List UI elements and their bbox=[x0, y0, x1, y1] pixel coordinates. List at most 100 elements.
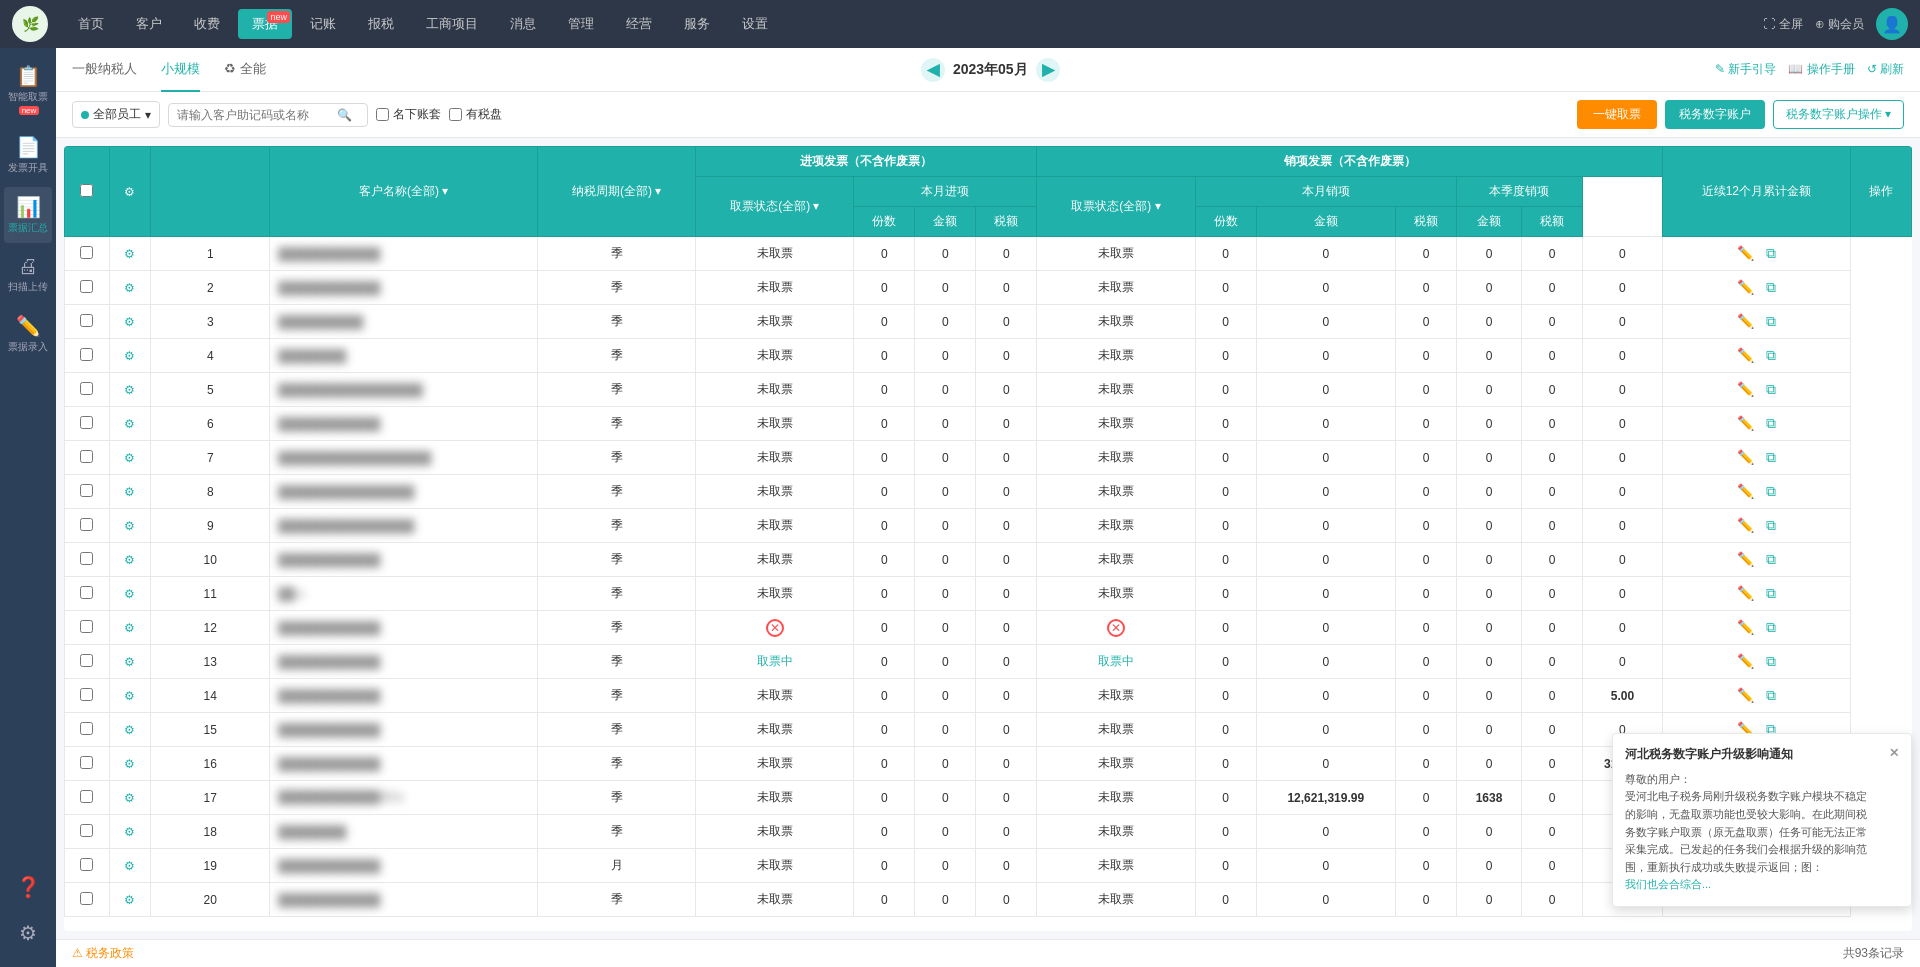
search-input[interactable] bbox=[177, 108, 337, 122]
search-box[interactable]: 🔍 bbox=[168, 103, 368, 127]
sidebar-item-config[interactable]: ⚙ bbox=[4, 913, 52, 955]
row-check-9[interactable] bbox=[80, 552, 93, 565]
row-edit-btn-3[interactable]: ✏️ bbox=[1733, 345, 1758, 365]
row-edit-btn-7[interactable]: ✏️ bbox=[1733, 481, 1758, 501]
nav-customers[interactable]: 客户 bbox=[122, 9, 176, 39]
row-check-11[interactable] bbox=[80, 620, 93, 633]
nav-service[interactable]: 服务 bbox=[670, 9, 724, 39]
row-edit-btn-0[interactable]: ✏️ bbox=[1733, 243, 1758, 263]
row-check-8[interactable] bbox=[80, 518, 93, 531]
row-edit-btn-11[interactable]: ✏️ bbox=[1733, 617, 1758, 637]
nav-operations[interactable]: 经营 bbox=[612, 9, 666, 39]
row-check-4[interactable] bbox=[80, 382, 93, 395]
sidebar-item-invoice-open[interactable]: 📄 发票开具 bbox=[4, 127, 52, 183]
nav-management[interactable]: 管理 bbox=[554, 9, 608, 39]
next-month-btn[interactable]: ▶ bbox=[1036, 58, 1060, 82]
row-copy-btn-3[interactable]: ⧉ bbox=[1762, 345, 1780, 366]
prev-month-btn[interactable]: ◀ bbox=[921, 58, 945, 82]
row-check-17[interactable] bbox=[80, 824, 93, 837]
nav-home[interactable]: 首页 bbox=[64, 9, 118, 39]
select-all-checkbox[interactable] bbox=[80, 184, 93, 197]
row-check-15[interactable] bbox=[80, 756, 93, 769]
sidebar-item-invoice-entry[interactable]: ✏️ 票据录入 bbox=[4, 306, 52, 362]
row-settings-icon-11[interactable]: ⚙ bbox=[124, 621, 135, 635]
digital-account-btn[interactable]: 税务数字账户 bbox=[1665, 100, 1765, 129]
row-check-16[interactable] bbox=[80, 790, 93, 803]
row-settings-icon-7[interactable]: ⚙ bbox=[124, 485, 135, 499]
nav-fees[interactable]: 收费 bbox=[180, 9, 234, 39]
operation-manual-btn[interactable]: 📖 操作手册 bbox=[1788, 61, 1854, 78]
row-settings-icon-14[interactable]: ⚙ bbox=[124, 723, 135, 737]
has-taxpad-checkbox[interactable] bbox=[449, 108, 462, 121]
row-check-6[interactable] bbox=[80, 450, 93, 463]
row-settings-icon-17[interactable]: ⚙ bbox=[124, 825, 135, 839]
row-copy-btn-8[interactable]: ⧉ bbox=[1762, 515, 1780, 536]
row-copy-btn-11[interactable]: ⧉ bbox=[1762, 617, 1780, 638]
vip-btn[interactable]: ⊕ 购会员 bbox=[1815, 16, 1864, 33]
sidebar-item-help[interactable]: ❓ bbox=[4, 867, 52, 909]
row-check-12[interactable] bbox=[80, 654, 93, 667]
sidebar-item-invoice-summary[interactable]: 📊 票据汇总 bbox=[4, 187, 52, 243]
row-copy-btn-5[interactable]: ⧉ bbox=[1762, 413, 1780, 434]
row-edit-btn-2[interactable]: ✏️ bbox=[1733, 311, 1758, 331]
row-settings-icon-12[interactable]: ⚙ bbox=[124, 655, 135, 669]
row-edit-btn-5[interactable]: ✏️ bbox=[1733, 413, 1758, 433]
digital-ops-btn[interactable]: 税务数字账户操作 ▾ bbox=[1773, 100, 1904, 129]
row-check-1[interactable] bbox=[80, 280, 93, 293]
row-check-0[interactable] bbox=[80, 246, 93, 259]
nav-bookkeeping[interactable]: 记账 bbox=[296, 9, 350, 39]
row-check-2[interactable] bbox=[80, 314, 93, 327]
row-edit-btn-4[interactable]: ✏️ bbox=[1733, 379, 1758, 399]
avatar[interactable]: 👤 bbox=[1876, 8, 1908, 40]
one-click-fetch-btn[interactable]: 一键取票 bbox=[1577, 100, 1657, 129]
fullscreen-btn[interactable]: ⛶ 全屏 bbox=[1763, 16, 1802, 33]
nav-messages[interactable]: 消息 bbox=[496, 9, 550, 39]
row-edit-btn-6[interactable]: ✏️ bbox=[1733, 447, 1758, 467]
row-check-5[interactable] bbox=[80, 416, 93, 429]
sidebar-item-smart-fetch[interactable]: 📋 智能取票 new bbox=[4, 56, 52, 123]
row-edit-btn-10[interactable]: ✏️ bbox=[1733, 583, 1758, 603]
sub-accounts-checkbox[interactable] bbox=[376, 108, 389, 121]
row-settings-icon-16[interactable]: ⚙ bbox=[124, 791, 135, 805]
notification-close-btn[interactable]: ✕ bbox=[1889, 746, 1899, 763]
notification-link[interactable]: 我们也会合综合... bbox=[1625, 878, 1711, 890]
row-settings-icon-0[interactable]: ⚙ bbox=[124, 247, 135, 261]
row-settings-icon-8[interactable]: ⚙ bbox=[124, 519, 135, 533]
row-check-13[interactable] bbox=[80, 688, 93, 701]
row-edit-btn-9[interactable]: ✏️ bbox=[1733, 549, 1758, 569]
nav-tax[interactable]: 报税 bbox=[354, 9, 408, 39]
row-settings-icon-2[interactable]: ⚙ bbox=[124, 315, 135, 329]
nav-invoices[interactable]: 票据 new bbox=[238, 9, 292, 39]
row-settings-icon-3[interactable]: ⚙ bbox=[124, 349, 135, 363]
checkbox-has-taxpad[interactable]: 有税盘 bbox=[449, 106, 502, 123]
row-settings-icon-10[interactable]: ⚙ bbox=[124, 587, 135, 601]
search-icon[interactable]: 🔍 bbox=[337, 108, 352, 122]
row-edit-btn-1[interactable]: ✏️ bbox=[1733, 277, 1758, 297]
row-settings-icon-5[interactable]: ⚙ bbox=[124, 417, 135, 431]
row-edit-btn-8[interactable]: ✏️ bbox=[1733, 515, 1758, 535]
new-guide-btn[interactable]: ✎ 新手引导 bbox=[1715, 61, 1776, 78]
row-copy-btn-0[interactable]: ⧉ bbox=[1762, 243, 1780, 264]
row-settings-icon-15[interactable]: ⚙ bbox=[124, 757, 135, 771]
employee-select[interactable]: 全部员工 ▾ bbox=[72, 101, 160, 128]
row-check-3[interactable] bbox=[80, 348, 93, 361]
row-copy-btn-13[interactable]: ⧉ bbox=[1762, 685, 1780, 706]
row-copy-btn-4[interactable]: ⧉ bbox=[1762, 379, 1780, 400]
row-check-14[interactable] bbox=[80, 722, 93, 735]
row-edit-btn-12[interactable]: ✏️ bbox=[1733, 651, 1758, 671]
row-copy-btn-12[interactable]: ⧉ bbox=[1762, 651, 1780, 672]
row-check-19[interactable] bbox=[80, 892, 93, 905]
tab-small-scale[interactable]: 小规模 bbox=[161, 48, 200, 92]
nav-business[interactable]: 工商项目 bbox=[412, 9, 492, 39]
tax-policy-link[interactable]: ⚠ 税务政策 bbox=[72, 945, 134, 962]
row-copy-btn-10[interactable]: ⧉ bbox=[1762, 583, 1780, 604]
row-copy-btn-6[interactable]: ⧉ bbox=[1762, 447, 1780, 468]
row-copy-btn-2[interactable]: ⧉ bbox=[1762, 311, 1780, 332]
tab-all[interactable]: ♻ 全能 bbox=[224, 48, 266, 92]
sidebar-item-scan-upload[interactable]: 🖨 扫描上传 bbox=[4, 247, 52, 302]
row-check-10[interactable] bbox=[80, 586, 93, 599]
row-edit-btn-13[interactable]: ✏️ bbox=[1733, 685, 1758, 705]
nav-settings[interactable]: 设置 bbox=[728, 9, 782, 39]
row-settings-icon-1[interactable]: ⚙ bbox=[124, 281, 135, 295]
row-settings-icon-13[interactable]: ⚙ bbox=[124, 689, 135, 703]
